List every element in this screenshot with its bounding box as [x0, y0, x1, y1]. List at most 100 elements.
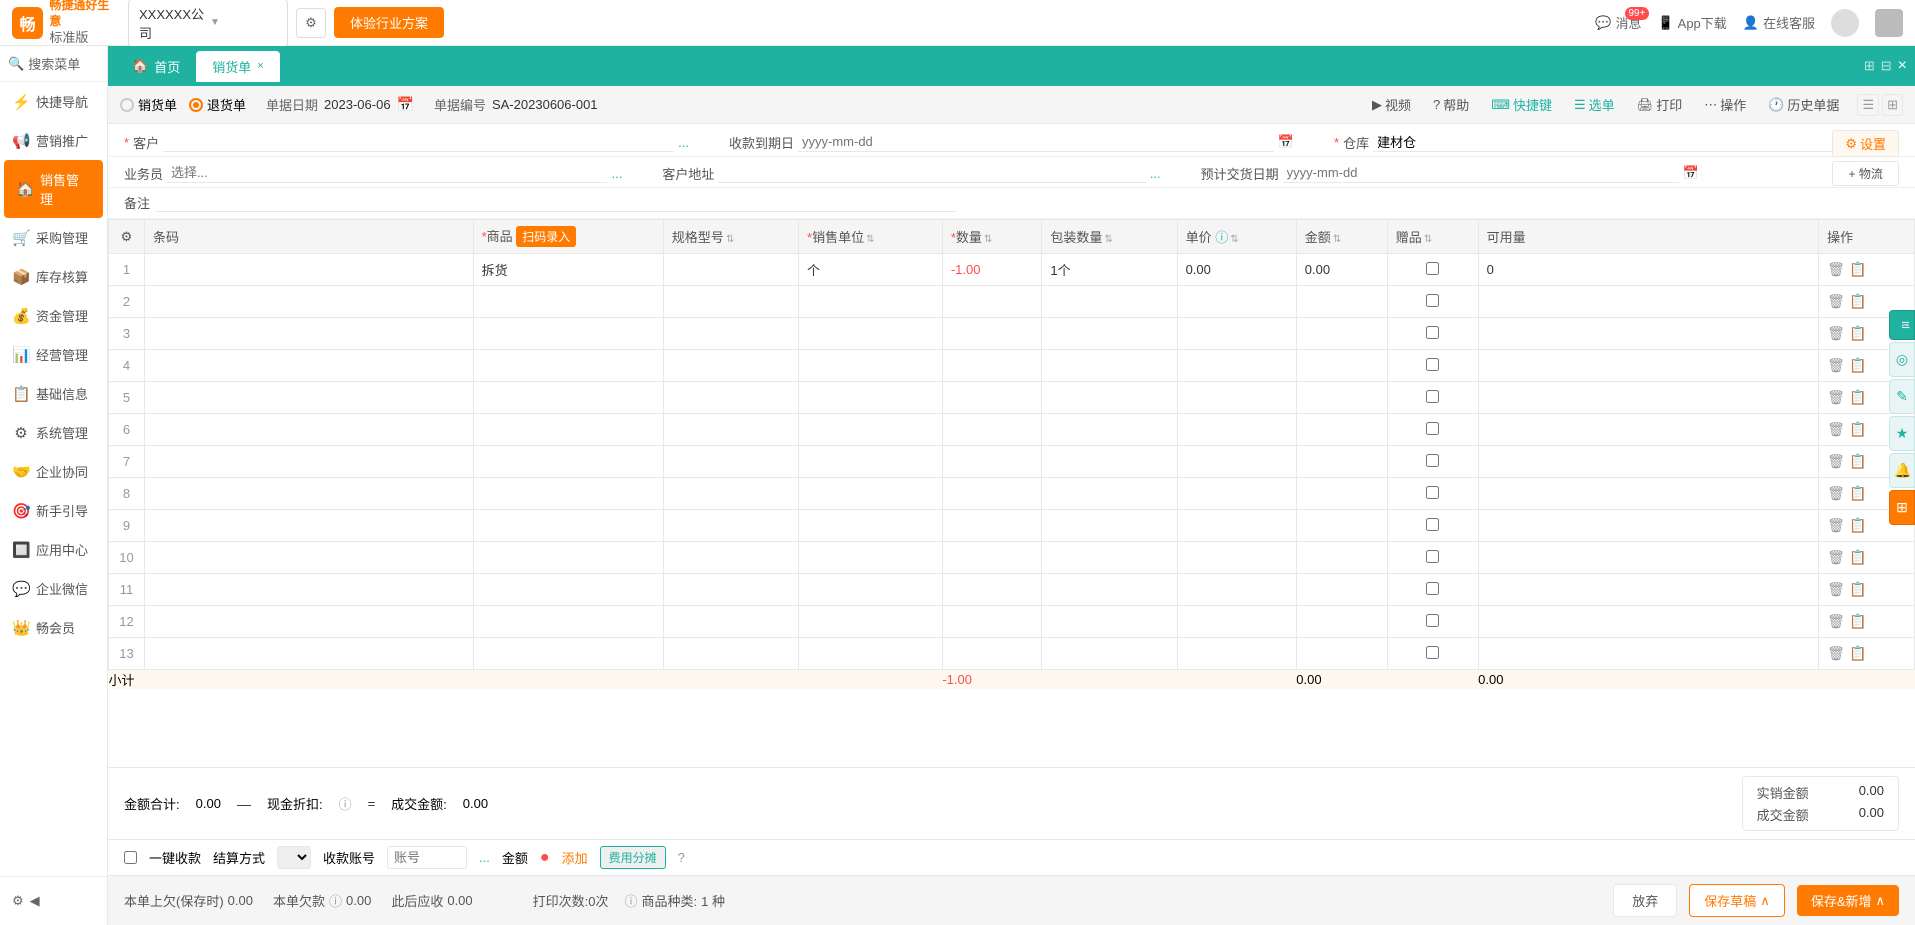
copy-row-icon[interactable]: 📋: [1849, 421, 1866, 438]
row-spec[interactable]: [663, 478, 798, 510]
row-product[interactable]: [473, 638, 663, 670]
account-input[interactable]: [387, 846, 467, 869]
row-barcode[interactable]: [145, 510, 474, 542]
row-price[interactable]: [1177, 318, 1296, 350]
row-gift[interactable]: [1387, 254, 1478, 286]
row-qty[interactable]: [942, 606, 1042, 638]
row-spec[interactable]: [663, 606, 798, 638]
tab-sales[interactable]: 销货单 ×: [196, 51, 279, 82]
settings-button[interactable]: ⚙: [296, 8, 326, 38]
right-float-btn-grid[interactable]: ⊞: [1889, 490, 1915, 525]
row-spec[interactable]: [663, 254, 798, 286]
add-payment-btn[interactable]: 添加: [562, 848, 588, 867]
save-new-button[interactable]: 保存&新增 ∧: [1797, 885, 1899, 916]
payment-help-icon[interactable]: ?: [678, 850, 685, 865]
radio-return[interactable]: 退货单: [189, 95, 246, 114]
sidebar-item-business[interactable]: 📊 经营管理: [0, 335, 107, 374]
row-price[interactable]: [1177, 350, 1296, 382]
row-product[interactable]: [473, 510, 663, 542]
copy-row-icon[interactable]: 📋: [1849, 549, 1866, 566]
row-spec[interactable]: [663, 574, 798, 606]
row-spec[interactable]: [663, 382, 798, 414]
warehouse-input[interactable]: [1373, 132, 1884, 152]
tab-home[interactable]: 🏠 首页: [116, 51, 196, 82]
scan-btn[interactable]: 扫码录入: [516, 226, 576, 247]
history-button[interactable]: 🕐 历史单据: [1760, 92, 1847, 117]
row-product[interactable]: [473, 382, 663, 414]
sidebar-item-finance[interactable]: 💰 资金管理: [0, 296, 107, 335]
avatar[interactable]: [1831, 9, 1859, 37]
row-barcode[interactable]: [145, 318, 474, 350]
copy-row-icon[interactable]: 📋: [1849, 261, 1866, 278]
row-spec[interactable]: [663, 286, 798, 318]
company-selector[interactable]: XXXXXX公司 ▼: [128, 0, 288, 47]
row-gift[interactable]: [1387, 542, 1478, 574]
customer-ellipsis[interactable]: ...: [678, 135, 689, 150]
account-ellipsis[interactable]: ...: [479, 850, 490, 865]
tab-close-icon[interactable]: ×: [257, 60, 263, 72]
row-gift[interactable]: [1387, 638, 1478, 670]
sidebar-item-system[interactable]: ⚙ 系统管理: [0, 413, 107, 452]
copy-row-icon[interactable]: 📋: [1849, 453, 1866, 470]
row-qty[interactable]: [942, 382, 1042, 414]
row-product[interactable]: [473, 478, 663, 510]
row-gift[interactable]: [1387, 446, 1478, 478]
collapse-tab-icon[interactable]: ⊟: [1881, 58, 1892, 74]
row-barcode[interactable]: [145, 574, 474, 606]
row-product[interactable]: [473, 542, 663, 574]
row-barcode[interactable]: [145, 446, 474, 478]
total-owe-info-icon[interactable]: ⓘ: [329, 891, 342, 910]
sidebar-item-inventory[interactable]: 📦 库存核算: [0, 257, 107, 296]
one-click-payment-checkbox[interactable]: [124, 851, 137, 864]
row-spec[interactable]: [663, 638, 798, 670]
calendar-icon[interactable]: 📅: [397, 96, 414, 113]
row-product[interactable]: [473, 574, 663, 606]
avatar-extra[interactable]: [1875, 9, 1903, 37]
sidebar-item-purchase[interactable]: 🛒 采购管理: [0, 218, 107, 257]
row-product[interactable]: [473, 606, 663, 638]
video-button[interactable]: ▶ 视频: [1364, 92, 1419, 117]
row-qty[interactable]: [942, 542, 1042, 574]
form-settings-btn[interactable]: ⚙ 设置: [1832, 130, 1899, 157]
discard-button[interactable]: 放弃: [1613, 884, 1677, 917]
row-product[interactable]: [473, 286, 663, 318]
sidebar-item-sales[interactable]: 🏠 销售管理: [4, 160, 103, 218]
row-spec[interactable]: [663, 510, 798, 542]
delete-row-icon[interactable]: 🗑: [1827, 325, 1845, 342]
copy-row-icon[interactable]: 📋: [1849, 389, 1866, 406]
row-spec[interactable]: [663, 318, 798, 350]
trial-button[interactable]: 体验行业方案: [334, 7, 444, 38]
delete-row-icon[interactable]: 🗑: [1827, 357, 1845, 374]
row-product[interactable]: [473, 350, 663, 382]
view-list-icon[interactable]: ☰: [1857, 94, 1879, 116]
row-gift[interactable]: [1387, 478, 1478, 510]
sidebar-item-guide[interactable]: 🎯 新手引导: [0, 491, 107, 530]
salesperson-ellipsis[interactable]: ...: [611, 166, 622, 181]
row-qty[interactable]: [942, 414, 1042, 446]
row-price[interactable]: [1177, 542, 1296, 574]
copy-row-icon[interactable]: 📋: [1849, 581, 1866, 598]
sidebar-item-collab[interactable]: 🤝 企业协同: [0, 452, 107, 491]
right-float-btn-edit[interactable]: ✎: [1889, 379, 1915, 414]
radio-sales[interactable]: 销货单: [120, 95, 177, 114]
expected-date-input[interactable]: [1283, 163, 1679, 183]
row-spec[interactable]: [663, 542, 798, 574]
row-qty[interactable]: [942, 286, 1042, 318]
row-product[interactable]: [473, 414, 663, 446]
product-type-info-icon[interactable]: ⓘ: [625, 891, 638, 910]
row-price[interactable]: [1177, 638, 1296, 670]
row-spec[interactable]: [663, 414, 798, 446]
row-barcode[interactable]: [145, 542, 474, 574]
select-button[interactable]: ☰ 选单: [1566, 92, 1623, 117]
right-float-btn-itl[interactable]: Itl: [1889, 310, 1915, 340]
delete-row-icon[interactable]: 🗑: [1827, 517, 1845, 534]
row-qty[interactable]: [942, 318, 1042, 350]
delete-row-icon[interactable]: 🗑: [1827, 389, 1845, 406]
row-price[interactable]: [1177, 510, 1296, 542]
row-price[interactable]: [1177, 446, 1296, 478]
due-date-input[interactable]: [798, 132, 1274, 152]
save-draft-button[interactable]: 保存草稿 ∧: [1689, 884, 1785, 917]
row-barcode[interactable]: [145, 382, 474, 414]
sidebar-settings-button[interactable]: ⚙ ◀: [0, 885, 107, 917]
right-float-btn-bell[interactable]: 🔔: [1889, 453, 1915, 488]
